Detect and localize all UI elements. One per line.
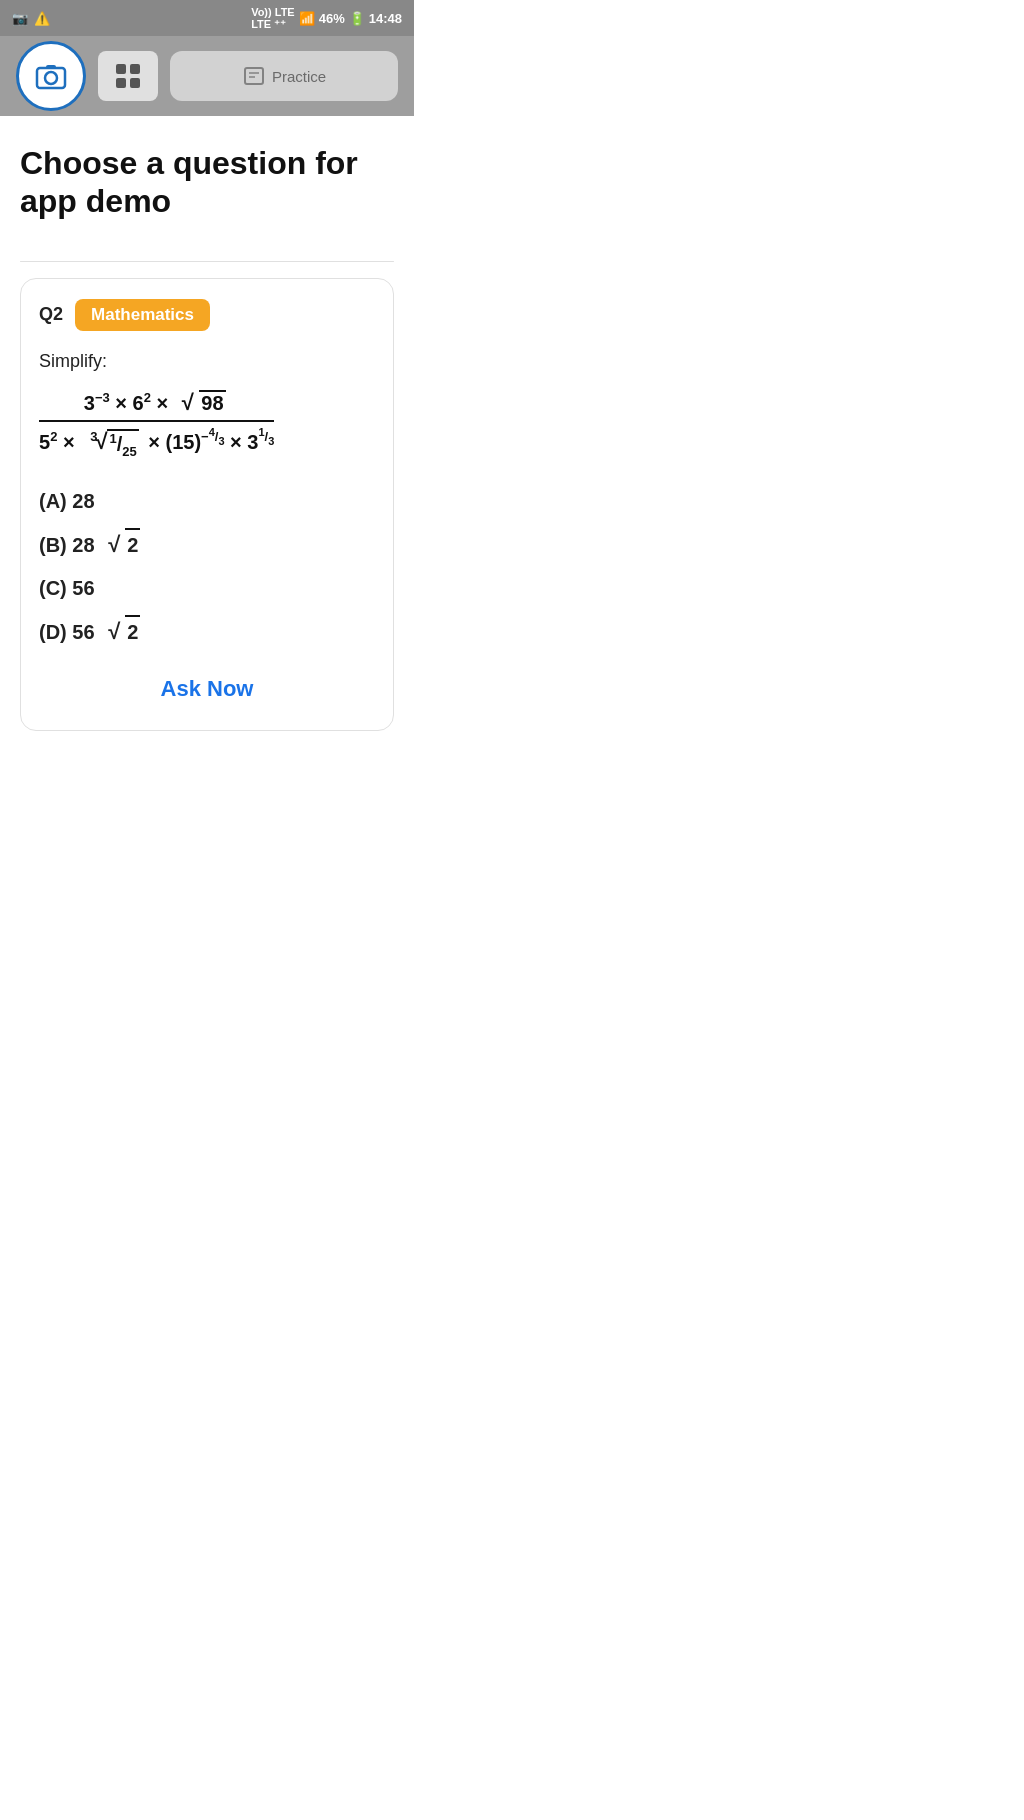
main-content: Choose a question for app demo Q2 Mathem… bbox=[0, 116, 414, 751]
grid-icon bbox=[114, 62, 142, 90]
cbrt-inner: 1/25 bbox=[107, 429, 138, 459]
status-left-icons: 📷 ⚠️ bbox=[12, 11, 50, 26]
sqrt-98: 98 bbox=[174, 390, 230, 416]
svg-point-1 bbox=[45, 72, 57, 84]
numerator: 3−3 × 62 × 98 bbox=[39, 390, 274, 418]
denominator: 52 × 3√1/25 × (15)−4/3 × 31/3 bbox=[39, 424, 274, 459]
divider-top bbox=[20, 261, 394, 262]
top-nav: Practice bbox=[0, 36, 414, 116]
camera-status-icon: 📷 bbox=[12, 11, 28, 26]
practice-icon bbox=[242, 64, 266, 88]
practice-label: Practice bbox=[272, 68, 326, 85]
question-card: Q2 Mathematics Simplify: 3−3 × 62 × 98 5… bbox=[20, 278, 394, 732]
fraction-line bbox=[39, 420, 274, 422]
subject-badge: Mathematics bbox=[75, 299, 210, 331]
ask-now-button[interactable]: Ask Now bbox=[39, 676, 375, 702]
svg-rect-2 bbox=[46, 65, 56, 69]
time-label: 14:48 bbox=[369, 11, 402, 26]
sqrt-98-inner: 98 bbox=[199, 390, 225, 415]
sqrt-2-d: 2 bbox=[100, 615, 144, 648]
camera-icon bbox=[33, 58, 69, 94]
option-b[interactable]: (B) 28 2 bbox=[39, 528, 375, 561]
svg-rect-5 bbox=[116, 78, 126, 88]
network-label: Vo)) LTELTE ⁺⁺ bbox=[251, 6, 295, 31]
practice-button[interactable]: Practice bbox=[170, 51, 398, 101]
cbrt-expr: 3√1/25 bbox=[80, 429, 143, 459]
signal-icon: 📶 bbox=[299, 11, 315, 26]
status-right-info: Vo)) LTELTE ⁺⁺ 📶 46% 🔋 14:48 bbox=[251, 6, 402, 31]
question-label: Q2 bbox=[39, 304, 63, 325]
battery-icon: 🔋 bbox=[349, 11, 365, 26]
svg-rect-6 bbox=[130, 78, 140, 88]
grid-icon-button[interactable] bbox=[98, 51, 158, 101]
page-title: Choose a question for app demo bbox=[20, 144, 394, 221]
sqrt-2-b-inner: 2 bbox=[125, 528, 140, 560]
sqrt-2-d-inner: 2 bbox=[125, 615, 140, 647]
battery-label: 46% bbox=[319, 11, 345, 26]
option-a[interactable]: (A) 28 bbox=[39, 486, 375, 516]
fraction: 3−3 × 62 × 98 52 × 3√1/25 × (15)−4/3 × 3… bbox=[39, 390, 274, 459]
cbrt-symbol: √ bbox=[95, 429, 107, 454]
option-c[interactable]: (C) 56 bbox=[39, 573, 375, 603]
question-header: Q2 Mathematics bbox=[39, 299, 375, 331]
sqrt-2-b: 2 bbox=[100, 528, 144, 561]
math-expression: 3−3 × 62 × 98 52 × 3√1/25 × (15)−4/3 × 3… bbox=[39, 390, 274, 459]
status-bar: 📷 ⚠️ Vo)) LTELTE ⁺⁺ 📶 46% 🔋 14:48 bbox=[0, 0, 414, 36]
camera-circle-button[interactable] bbox=[16, 41, 86, 111]
question-instruction: Simplify: bbox=[39, 351, 375, 372]
option-d[interactable]: (D) 56 2 bbox=[39, 615, 375, 648]
svg-rect-4 bbox=[130, 64, 140, 74]
svg-rect-3 bbox=[116, 64, 126, 74]
svg-rect-7 bbox=[245, 68, 263, 84]
warning-icon: ⚠️ bbox=[34, 11, 50, 26]
